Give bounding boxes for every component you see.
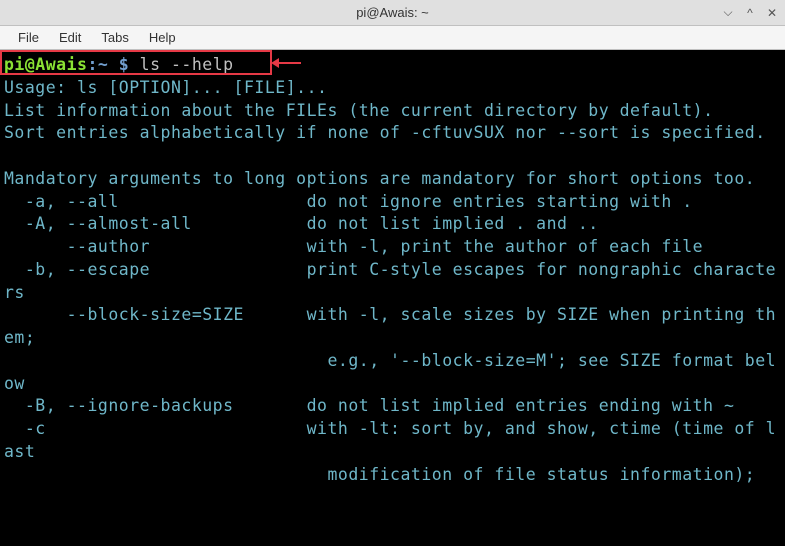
menu-edit[interactable]: Edit <box>49 30 91 45</box>
menu-help[interactable]: Help <box>139 30 186 45</box>
window-titlebar: pi@Awais: ~ ⌵ ^ ✕ <box>0 0 785 26</box>
prompt-path: ~ <box>98 55 108 74</box>
command-text: ls --help <box>140 55 234 74</box>
maximize-button[interactable]: ^ <box>743 6 757 20</box>
annotation-arrow-icon <box>273 62 301 64</box>
menu-file[interactable]: File <box>8 30 49 45</box>
minimize-button[interactable]: ⌵ <box>721 6 735 20</box>
window-controls: ⌵ ^ ✕ <box>721 6 779 20</box>
close-button[interactable]: ✕ <box>765 6 779 20</box>
prompt-line: pi@Awais:~ $ ls --help <box>4 54 785 77</box>
menubar: File Edit Tabs Help <box>0 26 785 50</box>
prompt-symbol: $ <box>119 55 129 74</box>
menu-tabs[interactable]: Tabs <box>91 30 138 45</box>
prompt-user-host: pi@Awais <box>4 55 87 74</box>
terminal-area[interactable]: pi@Awais:~ $ ls --help Usage: ls [OPTION… <box>0 50 785 487</box>
window-title: pi@Awais: ~ <box>356 5 429 20</box>
terminal-output: Usage: ls [OPTION]... [FILE]... List inf… <box>4 77 785 487</box>
